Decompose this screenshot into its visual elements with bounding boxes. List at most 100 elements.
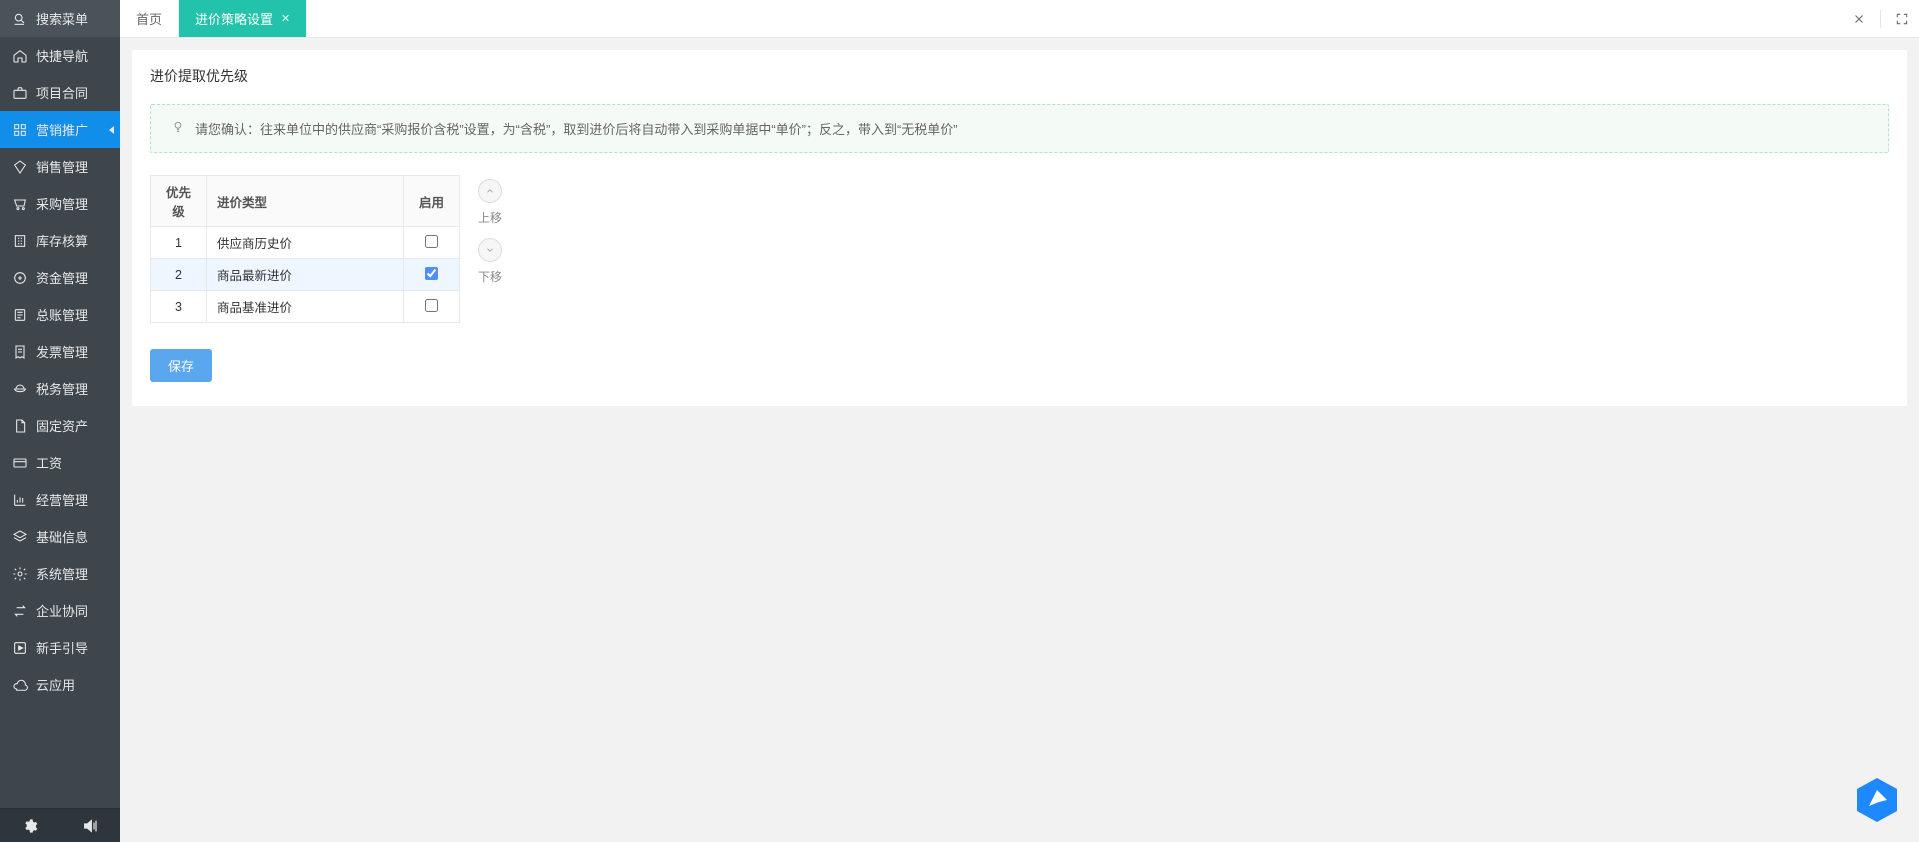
sidebar-item-11[interactable]: 固定资产: [0, 407, 120, 444]
sidebar-item-label: 采购管理: [36, 194, 88, 213]
sidebar-item-label: 基础信息: [36, 527, 88, 546]
content-scroll[interactable]: 进价提取优先级 请您确认：往来单位中的供应商“采购报价含税”设置，为“含税”，取…: [120, 38, 1919, 842]
save-button[interactable]: 保存: [150, 349, 212, 382]
move-up-button[interactable]: [478, 179, 502, 203]
table-row[interactable]: 1供应商历史价: [151, 227, 460, 259]
fullscreen-button[interactable]: [1891, 8, 1913, 30]
sidebar-item-18[interactable]: 云应用: [0, 666, 120, 703]
tab-bar: 首页进价策略设置 ✕: [120, 0, 1919, 38]
sidebar-item-17[interactable]: 新手引导: [0, 629, 120, 666]
cell-type: 商品最新进价: [207, 259, 404, 291]
enabled-checkbox[interactable]: [425, 267, 438, 280]
bowl-icon: [12, 381, 28, 397]
sidebar-item-16[interactable]: 企业协同: [0, 592, 120, 629]
layers-icon: [12, 529, 28, 545]
sidebar-item-label: 税务管理: [36, 379, 88, 398]
sidebar-item-1[interactable]: 快捷导航: [0, 37, 120, 74]
col-priority: 优先级: [151, 176, 207, 227]
enabled-checkbox[interactable]: [425, 235, 438, 248]
sidebar-footer: [0, 808, 120, 842]
sidebar-item-label: 固定资产: [36, 416, 88, 435]
settings-button[interactable]: [20, 816, 40, 836]
cell-type: 商品基准进价: [207, 291, 404, 323]
cart-icon: [12, 196, 28, 212]
grid-icon: [12, 122, 28, 138]
sidebar: 搜索菜单快捷导航项目合同营销推广销售管理采购管理库存核算资金管理总账管理发票管理…: [0, 0, 120, 842]
assistant-badge[interactable]: [1853, 776, 1901, 824]
sidebar-item-label: 项目合同: [36, 83, 88, 102]
cell-enabled: [404, 291, 460, 323]
cell-priority: 1: [151, 227, 207, 259]
building-icon: [12, 233, 28, 249]
sidebar-item-6[interactable]: 库存核算: [0, 222, 120, 259]
search-doc-icon: [12, 11, 28, 27]
sidebar-item-label: 营销推广: [36, 120, 88, 139]
receipt-icon: [12, 344, 28, 360]
table-row[interactable]: 2商品最新进价: [151, 259, 460, 291]
tab-label: 进价策略设置: [195, 9, 273, 28]
sidebar-item-label: 企业协同: [36, 601, 88, 620]
priority-table: 优先级 进价类型 启用 1供应商历史价2商品最新进价3商品基准进价: [150, 175, 460, 323]
sidebar-item-label: 系统管理: [36, 564, 88, 583]
table-row[interactable]: 3商品基准进价: [151, 291, 460, 323]
caret-icon: [109, 126, 114, 134]
exchange-icon: [12, 603, 28, 619]
sidebar-menu: 搜索菜单快捷导航项目合同营销推广销售管理采购管理库存核算资金管理总账管理发票管理…: [0, 0, 120, 808]
cell-priority: 3: [151, 291, 207, 323]
col-enabled: 启用: [404, 176, 460, 227]
close-icon[interactable]: ✕: [281, 12, 290, 25]
table-zone: 优先级 进价类型 启用 1供应商历史价2商品最新进价3商品基准进价 上移: [150, 175, 1889, 323]
file-icon: [12, 418, 28, 434]
sidebar-item-9[interactable]: 发票管理: [0, 333, 120, 370]
diamond-icon: [12, 159, 28, 175]
sidebar-item-label: 快捷导航: [36, 46, 88, 65]
enabled-checkbox[interactable]: [425, 299, 438, 312]
sidebar-item-label: 新手引导: [36, 638, 88, 657]
move-down-label: 下移: [478, 268, 502, 285]
gear-icon: [12, 566, 28, 582]
sidebar-item-8[interactable]: 总账管理: [0, 296, 120, 333]
sidebar-item-3[interactable]: 营销推广: [0, 111, 120, 148]
sidebar-item-12[interactable]: 工资: [0, 444, 120, 481]
cell-type: 供应商历史价: [207, 227, 404, 259]
lightbulb-icon: [171, 120, 185, 137]
tip-text: 请您确认：往来单位中的供应商“采购报价含税”设置，为“含税”，取到进价后将自动带…: [195, 119, 958, 138]
close-tab-button[interactable]: [1848, 8, 1870, 30]
sidebar-item-7[interactable]: 资金管理: [0, 259, 120, 296]
sidebar-item-10[interactable]: 税务管理: [0, 370, 120, 407]
move-up-label: 上移: [478, 209, 502, 226]
sidebar-item-15[interactable]: 系统管理: [0, 555, 120, 592]
coin-icon: [12, 270, 28, 286]
sidebar-item-2[interactable]: 项目合同: [0, 74, 120, 111]
volume-button[interactable]: [80, 816, 100, 836]
sidebar-item-13[interactable]: 经营管理: [0, 481, 120, 518]
sidebar-item-label: 发票管理: [36, 342, 88, 361]
tab-0[interactable]: 首页: [120, 0, 179, 37]
main: 首页进价策略设置 ✕ 进价提取优先级 请您确认：往来单位中的供应商“采购报价含税”…: [120, 0, 1919, 842]
move-down-button[interactable]: [478, 238, 502, 262]
sidebar-item-5[interactable]: 采购管理: [0, 185, 120, 222]
sidebar-item-label: 搜索菜单: [36, 9, 88, 28]
sidebar-item-4[interactable]: 销售管理: [0, 148, 120, 185]
ledger-icon: [12, 307, 28, 323]
sidebar-item-label: 销售管理: [36, 157, 88, 176]
sidebar-item-label: 经营管理: [36, 490, 88, 509]
info-tip: 请您确认：往来单位中的供应商“采购报价含税”设置，为“含税”，取到进价后将自动带…: [150, 104, 1889, 153]
sidebar-item-label: 工资: [36, 453, 62, 472]
sidebar-item-14[interactable]: 基础信息: [0, 518, 120, 555]
chart-icon: [12, 492, 28, 508]
sidebar-item-label: 总账管理: [36, 305, 88, 324]
sidebar-item-0[interactable]: 搜索菜单: [0, 0, 120, 37]
cloud-icon: [12, 677, 28, 693]
sidebar-item-label: 资金管理: [36, 268, 88, 287]
sidebar-item-label: 云应用: [36, 675, 75, 694]
briefcase-icon: [12, 85, 28, 101]
col-type: 进价类型: [207, 176, 404, 227]
tab-1[interactable]: 进价策略设置 ✕: [179, 0, 307, 37]
panel-title: 进价提取优先级: [150, 66, 1889, 86]
reorder-controls: 上移 下移: [478, 175, 502, 291]
cell-enabled: [404, 259, 460, 291]
cell-priority: 2: [151, 259, 207, 291]
separator: [1880, 10, 1881, 28]
cell-enabled: [404, 227, 460, 259]
